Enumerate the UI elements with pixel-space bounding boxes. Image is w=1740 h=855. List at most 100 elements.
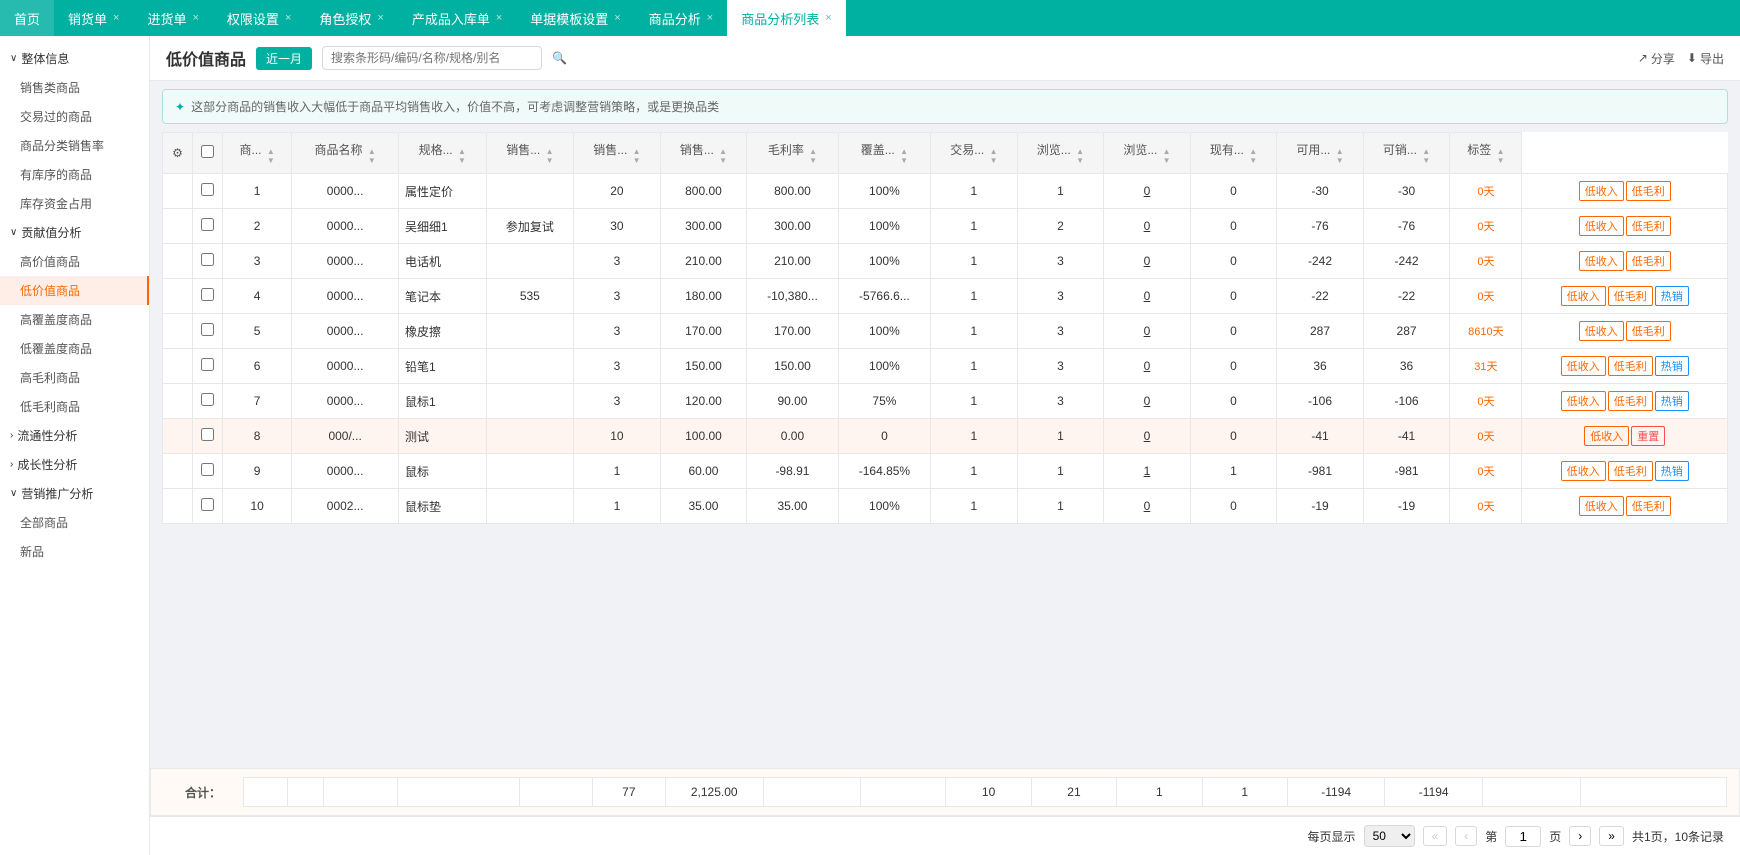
row-checkbox[interactable] — [201, 288, 214, 301]
view1-link[interactable]: 0 — [1144, 394, 1151, 408]
row-checkbox[interactable] — [201, 253, 214, 266]
sidebar-item-高价值商品[interactable]: 高价值商品 — [0, 247, 149, 276]
view1-link[interactable]: 0 — [1144, 219, 1151, 233]
cell-check[interactable] — [193, 209, 223, 244]
cell-check[interactable] — [193, 454, 223, 489]
nav-item-产成品入库单[interactable]: 产成品入库单× — [398, 0, 516, 36]
cell-check[interactable] — [193, 314, 223, 349]
th-view2[interactable]: 浏览... ▲▼ — [1104, 133, 1191, 174]
view1-link[interactable]: 0 — [1144, 324, 1151, 338]
view1-link[interactable]: 0 — [1144, 499, 1151, 513]
cell-view1[interactable]: 0 — [1104, 279, 1191, 314]
page-size-select[interactable]: 50 100 — [1364, 825, 1415, 847]
close-tab-icon[interactable]: × — [377, 12, 383, 24]
sidebar-item-销售类商品[interactable]: 销售类商品 — [0, 73, 149, 102]
nav-item-角色授权[interactable]: 角色授权× — [305, 0, 397, 36]
view1-link[interactable]: 0 — [1144, 184, 1151, 198]
cell-view1[interactable]: 0 — [1104, 384, 1191, 419]
sidebar-item-新品[interactable]: 新品 — [0, 537, 149, 566]
th-sales-price[interactable]: 销售... ▲▼ — [574, 133, 661, 174]
sidebar-item-全部商品[interactable]: 全部商品 — [0, 508, 149, 537]
view1-link[interactable]: 0 — [1144, 359, 1151, 373]
sidebar-item-交易过的商品[interactable]: 交易过的商品 — [0, 102, 149, 131]
cell-view1[interactable]: 0 — [1104, 314, 1191, 349]
sidebar-section-成长性分析[interactable]: ›成长性分析 — [0, 450, 149, 479]
sidebar-item-有库序的商品[interactable]: 有库序的商品 — [0, 160, 149, 189]
th-sales-qty[interactable]: 销售... ▲▼ — [486, 133, 574, 174]
nav-item-单据模板设置[interactable]: 单据模板设置× — [516, 0, 634, 36]
select-all-checkbox[interactable] — [201, 145, 214, 158]
row-checkbox[interactable] — [201, 498, 214, 511]
cell-check[interactable] — [193, 489, 223, 524]
row-checkbox[interactable] — [201, 428, 214, 441]
th-trade[interactable]: 交易... ▲▼ — [931, 133, 1018, 174]
th-available[interactable]: 可用... ▲▼ — [1277, 133, 1364, 174]
th-code[interactable]: 商... ▲▼ — [223, 133, 292, 174]
period-button[interactable]: 近一月 — [256, 47, 312, 70]
row-checkbox[interactable] — [201, 393, 214, 406]
export-button[interactable]: ⬇ 导出 — [1687, 50, 1724, 67]
search-input[interactable] — [322, 46, 542, 70]
close-tab-icon[interactable]: × — [285, 12, 291, 24]
view1-link[interactable]: 0 — [1144, 429, 1151, 443]
next-page-button[interactable]: › — [1569, 826, 1591, 846]
close-tab-icon[interactable]: × — [825, 12, 831, 24]
sidebar-item-低价值商品[interactable]: 低价值商品 — [0, 276, 149, 305]
search-icon[interactable]: 🔍 — [552, 51, 567, 65]
close-tab-icon[interactable]: × — [192, 12, 198, 24]
nav-item-商品分析列表[interactable]: 商品分析列表× — [727, 0, 845, 36]
nav-item-首页[interactable]: 首页 — [0, 0, 54, 36]
cell-view1[interactable]: 0 — [1104, 489, 1191, 524]
last-page-button[interactable]: » — [1599, 826, 1624, 846]
cell-view1[interactable]: 0 — [1104, 244, 1191, 279]
th-current[interactable]: 现有... ▲▼ — [1190, 133, 1277, 174]
th-sales-amount[interactable]: 销售... ▲▼ — [660, 133, 747, 174]
view1-link[interactable]: 0 — [1144, 289, 1151, 303]
th-check[interactable] — [193, 133, 223, 174]
cell-view1[interactable]: 0 — [1104, 419, 1191, 454]
cell-check[interactable] — [193, 419, 223, 454]
close-tab-icon[interactable]: × — [496, 12, 502, 24]
sidebar-item-低覆盖度商品[interactable]: 低覆盖度商品 — [0, 334, 149, 363]
th-coverage[interactable]: 覆盖... ▲▼ — [838, 133, 930, 174]
nav-item-进货单[interactable]: 进货单× — [133, 0, 212, 36]
cell-view1[interactable]: 0 — [1104, 174, 1191, 209]
row-checkbox[interactable] — [201, 183, 214, 196]
cell-view1[interactable]: 0 — [1104, 349, 1191, 384]
close-tab-icon[interactable]: × — [614, 12, 620, 24]
share-button[interactable]: ↗ 分享 — [1638, 50, 1675, 67]
sidebar-section-整体信息[interactable]: ∨整体信息 — [0, 44, 149, 73]
close-tab-icon[interactable]: × — [707, 12, 713, 24]
cell-check[interactable] — [193, 244, 223, 279]
cell-check[interactable] — [193, 174, 223, 209]
row-checkbox[interactable] — [201, 218, 214, 231]
row-checkbox[interactable] — [201, 463, 214, 476]
view1-link[interactable]: 1 — [1144, 464, 1151, 478]
sidebar-item-商品分类销售率[interactable]: 商品分类销售率 — [0, 131, 149, 160]
cell-view1[interactable]: 1 — [1104, 454, 1191, 489]
cell-check[interactable] — [193, 349, 223, 384]
nav-item-销货单[interactable]: 销货单× — [54, 0, 133, 36]
sidebar-item-库存资金占用[interactable]: 库存资金占用 — [0, 189, 149, 218]
prev-page-button[interactable]: ‹ — [1455, 826, 1477, 846]
cell-check[interactable] — [193, 279, 223, 314]
sidebar-section-营销推广分析[interactable]: ∨营销推广分析 — [0, 479, 149, 508]
row-checkbox[interactable] — [201, 323, 214, 336]
nav-item-商品分析[interactable]: 商品分析× — [635, 0, 727, 36]
th-gear[interactable]: ⚙ — [163, 133, 193, 174]
view1-link[interactable]: 0 — [1144, 254, 1151, 268]
nav-item-权限设置[interactable]: 权限设置× — [213, 0, 305, 36]
sidebar-section-贡献值分析[interactable]: ∨贡献值分析 — [0, 218, 149, 247]
th-name[interactable]: 商品名称 ▲▼ — [292, 133, 399, 174]
th-view1[interactable]: 浏览... ▲▼ — [1017, 133, 1104, 174]
sidebar-item-高毛利商品[interactable]: 高毛利商品 — [0, 363, 149, 392]
sidebar-item-低毛利商品[interactable]: 低毛利商品 — [0, 392, 149, 421]
page-number-input[interactable] — [1505, 826, 1541, 847]
sidebar-section-流通性分析[interactable]: ›流通性分析 — [0, 421, 149, 450]
close-tab-icon[interactable]: × — [113, 12, 119, 24]
row-checkbox[interactable] — [201, 358, 214, 371]
first-page-button[interactable]: « — [1423, 826, 1448, 846]
th-saleable[interactable]: 可销... ▲▼ — [1363, 133, 1450, 174]
cell-view1[interactable]: 0 — [1104, 209, 1191, 244]
th-tags[interactable]: 标签 ▲▼ — [1450, 133, 1522, 174]
